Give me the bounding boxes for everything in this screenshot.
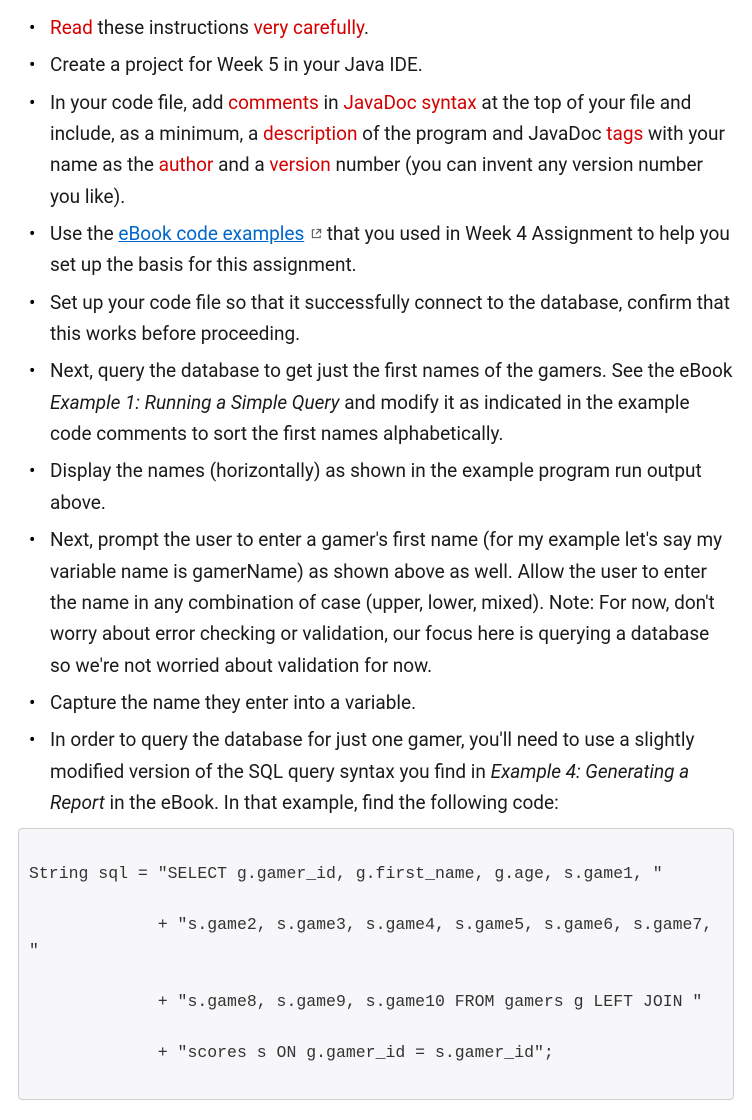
emphasis-text: version	[269, 153, 330, 176]
emphasis-text: comments	[228, 91, 319, 114]
body-text: Display the names (horizontally) as show…	[50, 459, 702, 513]
instruction-item: Next, query the database to get just the…	[18, 355, 734, 449]
body-text: .	[364, 16, 369, 39]
instruction-item: Use the eBook code examples that you use…	[18, 218, 734, 281]
body-text: Create a project for Week 5 in your Java…	[50, 53, 423, 76]
ebook-code-link[interactable]: eBook code examples	[118, 222, 304, 245]
instruction-item: Capture the name they enter into a varia…	[18, 687, 734, 718]
body-text: in the eBook. In that example, find the …	[105, 791, 559, 814]
instruction-item: In order to query the database for just …	[18, 724, 734, 818]
emphasis-text: JavaDoc syntax	[343, 91, 476, 114]
emphasis-text: very carefully	[254, 16, 364, 39]
external-link-icon	[311, 228, 322, 239]
instruction-item: Display the names (horizontally) as show…	[18, 455, 734, 518]
body-text: these instructions	[93, 16, 254, 39]
instruction-item: Read these instructions very carefully.	[18, 12, 734, 43]
body-text: Use the	[50, 222, 118, 245]
instruction-list: Read these instructions very carefully. C…	[18, 12, 734, 818]
code-line-3: + "s.game8, s.game9, s.game10 FROM gamer…	[29, 989, 723, 1015]
instruction-item: Set up your code file so that it success…	[18, 287, 734, 350]
body-text: of the program and JavaDoc	[357, 122, 606, 145]
emphasis-text: author	[159, 153, 214, 176]
body-text: in	[319, 91, 344, 114]
body-text: Capture the name they enter into a varia…	[50, 691, 416, 714]
emphasis-text: Read	[50, 16, 93, 39]
body-text: and a	[213, 153, 269, 176]
body-text: Next, query the database to get just the…	[50, 359, 732, 382]
instruction-item: Create a project for Week 5 in your Java…	[18, 49, 734, 80]
instruction-item: Next, prompt the user to enter a gamer's…	[18, 524, 734, 681]
emphasis-text: tags	[606, 122, 643, 145]
body-text: Set up your code file so that it success…	[50, 291, 730, 345]
code-line-1: String sql = "SELECT g.gamer_id, g.first…	[29, 861, 723, 887]
body-text: Next, prompt the user to enter a gamer's…	[50, 528, 722, 676]
code-line-2: + "s.game2, s.game3, s.game4, s.game5, s…	[29, 912, 723, 963]
body-text: In your code file, add	[50, 91, 228, 114]
italic-text: Example 1: Running a Simple Query	[50, 391, 340, 414]
instruction-item: In your code file, add comments in JavaD…	[18, 87, 734, 212]
emphasis-text: description	[263, 122, 357, 145]
code-line-4: + "scores s ON g.gamer_id = s.gamer_id";	[29, 1040, 723, 1066]
code-block: String sql = "SELECT g.gamer_id, g.first…	[18, 828, 734, 1100]
